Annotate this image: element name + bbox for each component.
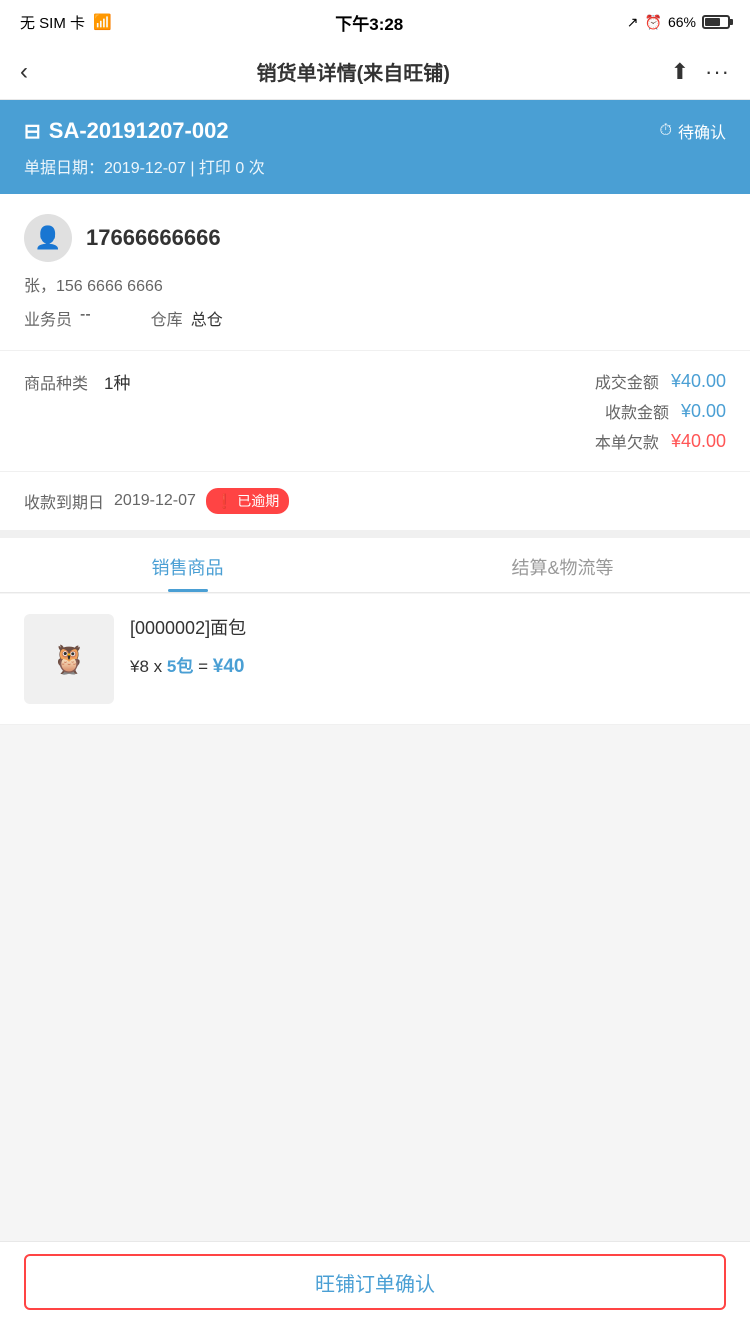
nav-bar: ‹ 销货单详情(来自旺铺) ⬆ ··· bbox=[0, 44, 750, 100]
transaction-value: ¥40.00 bbox=[671, 371, 726, 392]
multiply-symbol: x bbox=[154, 657, 163, 676]
status-bar: 无 SIM 卡 📶 下午3:28 ↗ ⏰ 66% bbox=[0, 0, 750, 44]
owed-row: 本单欠款 ¥40.00 bbox=[595, 429, 726, 453]
owed-value: ¥40.00 bbox=[671, 431, 726, 452]
order-date: 单据日期：2019-12-07 bbox=[24, 160, 186, 177]
warehouse-label: 仓库 bbox=[151, 306, 183, 330]
overdue-badge: ❗ 已逾期 bbox=[206, 488, 289, 514]
product-thumbnail: 🦉 bbox=[24, 614, 114, 704]
battery-text: 66% bbox=[668, 14, 696, 30]
owed-label: 本单欠款 bbox=[595, 429, 659, 453]
due-date: 2019-12-07 bbox=[114, 492, 196, 510]
avatar: 👤 bbox=[24, 214, 72, 262]
confirm-button-label: 旺铺订单确认 bbox=[315, 1268, 435, 1297]
tabs-bar: 销售商品 结算&物流等 bbox=[0, 538, 750, 593]
transaction-label: 成交金额 bbox=[595, 369, 659, 393]
order-print: | 打印 0 次 bbox=[190, 160, 264, 177]
wifi-icon: 📶 bbox=[93, 13, 112, 31]
summary-section: 商品种类 1种 成交金额 ¥40.00 收款金额 ¥0.00 本单欠款 ¥40.… bbox=[0, 351, 750, 472]
due-section: 收款到期日 2019-12-07 ❗ 已逾期 bbox=[0, 472, 750, 538]
carrier-text: 无 SIM 卡 bbox=[20, 12, 85, 33]
overdue-icon: ❗ bbox=[216, 493, 233, 510]
warehouse-value: 总仓 bbox=[191, 306, 223, 330]
price-total: ¥40 bbox=[213, 656, 245, 677]
overdue-text: 已逾期 bbox=[237, 491, 279, 511]
due-label: 收款到期日 bbox=[24, 489, 104, 513]
salesperson-field: 业务员 -- bbox=[24, 306, 91, 330]
customer-phone: 17666666666 bbox=[86, 225, 221, 251]
tab-sales-products[interactable]: 销售商品 bbox=[0, 538, 375, 592]
warehouse-field: 仓库 总仓 bbox=[151, 306, 223, 330]
product-item: 🦉 [0000002]面包 ¥8 x 5包 = ¥40 bbox=[0, 594, 750, 725]
tab-settlement-logistics-label: 结算&物流等 bbox=[511, 558, 613, 578]
page-title: 销货单详情(来自旺铺) bbox=[36, 57, 671, 86]
salesperson-value: -- bbox=[80, 306, 91, 330]
receipt-value: ¥0.00 bbox=[681, 401, 726, 422]
product-types-value: 1种 bbox=[104, 369, 130, 394]
order-number: ⊟ SA-20191207-002 bbox=[24, 118, 229, 144]
bottom-bar: 旺铺订单确认 bbox=[0, 1241, 750, 1334]
battery-icon bbox=[702, 15, 730, 29]
receipt-row: 收款金额 ¥0.00 bbox=[605, 399, 726, 423]
product-info: [0000002]面包 ¥8 x 5包 = ¥40 bbox=[130, 614, 726, 704]
tab-sales-products-label: 销售商品 bbox=[152, 558, 224, 578]
product-name: [0000002]面包 bbox=[130, 614, 726, 640]
salesperson-label: 业务员 bbox=[24, 306, 72, 330]
product-thumb-icon: 🦉 bbox=[52, 643, 87, 676]
tab-settlement-logistics[interactable]: 结算&物流等 bbox=[375, 538, 750, 592]
more-button[interactable]: ··· bbox=[705, 59, 730, 85]
status-icon: ⏱ bbox=[660, 122, 672, 140]
customer-section: 👤 17666666666 张，156 6666 6666 业务员 -- 仓库 … bbox=[0, 194, 750, 351]
transaction-row: 成交金额 ¥40.00 bbox=[595, 369, 726, 393]
customer-meta: 业务员 -- 仓库 总仓 bbox=[24, 306, 726, 330]
alarm-icon: ⏰ bbox=[645, 14, 662, 31]
status-text: 待确认 bbox=[678, 119, 726, 143]
status-badge: ⏱ 待确认 bbox=[660, 119, 727, 143]
product-price: ¥8 x 5包 = ¥40 bbox=[130, 652, 726, 678]
price-unit: ¥8 bbox=[130, 657, 149, 676]
price-qty: 5包 bbox=[167, 657, 193, 676]
customer-header: 👤 17666666666 bbox=[24, 214, 726, 262]
content-area bbox=[0, 725, 750, 1005]
order-number-text: SA-20191207-002 bbox=[49, 118, 229, 144]
summary-right: 成交金额 ¥40.00 收款金额 ¥0.00 本单欠款 ¥40.00 bbox=[595, 369, 726, 453]
back-button[interactable]: ‹ bbox=[12, 50, 36, 94]
receipt-label: 收款金额 bbox=[605, 399, 669, 423]
order-icon: ⊟ bbox=[24, 119, 41, 144]
share-button[interactable]: ⬆ bbox=[671, 59, 689, 85]
equals-symbol: = bbox=[198, 657, 208, 676]
location-icon: ↗ bbox=[627, 14, 639, 31]
status-time: 下午3:28 bbox=[335, 10, 403, 35]
customer-name: 张，156 6666 6666 bbox=[24, 272, 726, 296]
product-types-label: 商品种类 bbox=[24, 370, 88, 394]
confirm-button[interactable]: 旺铺订单确认 bbox=[24, 1254, 726, 1310]
header-top: ⊟ SA-20191207-002 ⏱ 待确认 bbox=[24, 118, 726, 144]
status-left: 无 SIM 卡 📶 bbox=[20, 12, 112, 33]
order-header-card: ⊟ SA-20191207-002 ⏱ 待确认 单据日期：2019-12-07 … bbox=[0, 100, 750, 194]
summary-left: 商品种类 1种 bbox=[24, 369, 130, 394]
order-meta: 单据日期：2019-12-07 | 打印 0 次 bbox=[24, 154, 726, 178]
status-right: ↗ ⏰ 66% bbox=[627, 14, 730, 31]
nav-actions: ⬆ ··· bbox=[671, 59, 730, 85]
avatar-icon: 👤 bbox=[34, 225, 61, 251]
